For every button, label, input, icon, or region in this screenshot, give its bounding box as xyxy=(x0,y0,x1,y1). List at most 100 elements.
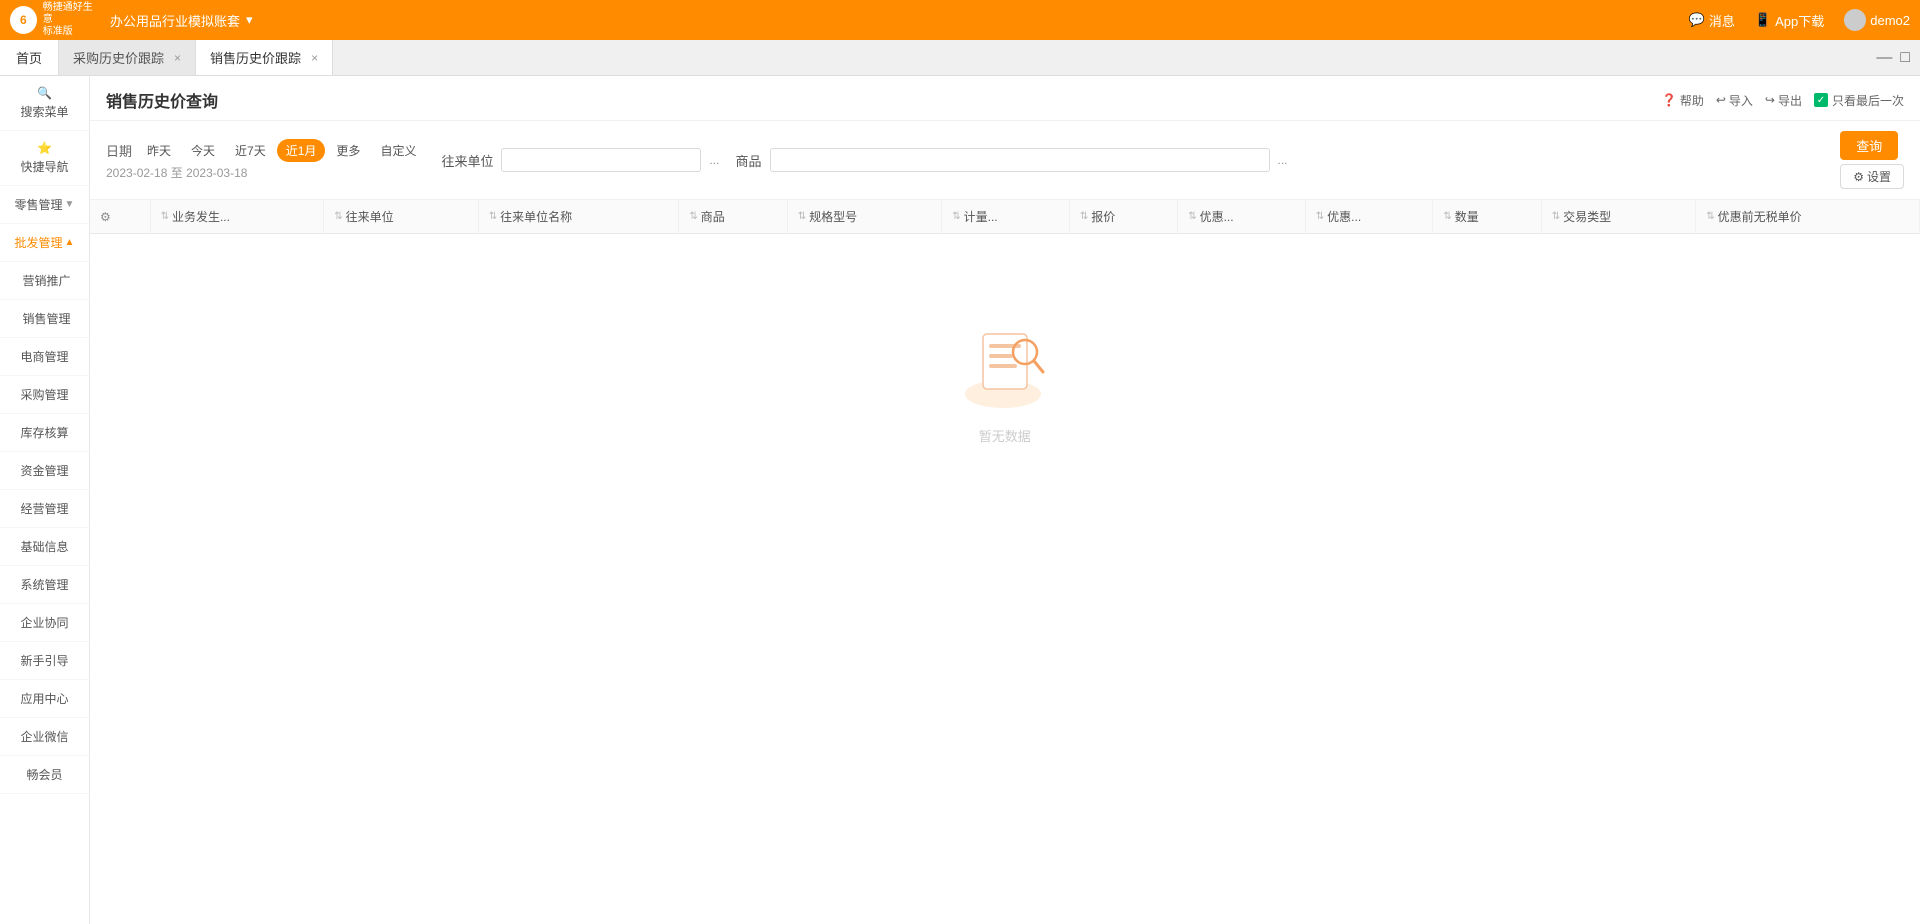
export-icon: ↪ xyxy=(1765,93,1775,107)
settings-icon: ⚙ xyxy=(1853,170,1864,184)
th-discount1[interactable]: ⇅ 优惠... xyxy=(1178,200,1306,234)
tab-purchase-close[interactable]: × xyxy=(174,51,181,65)
partner-label: 往来单位 xyxy=(441,151,493,170)
th-unit[interactable]: ⇅ 计量... xyxy=(942,200,1070,234)
th-partner-name[interactable]: ⇅ 往来单位名称 xyxy=(478,200,679,234)
date-buttons: 昨天 今天 近7天 近1月 更多 自定义 xyxy=(138,139,425,162)
th-spec[interactable]: ⇅ 规格型号 xyxy=(787,200,941,234)
th-biz-date[interactable]: ⇅ 业务发生... xyxy=(150,200,324,234)
sidebar-item-basic-info[interactable]: 基础信息 xyxy=(0,528,89,566)
sidebar-item-member[interactable]: 畅会员 xyxy=(0,756,89,794)
product-picker-button[interactable]: ... xyxy=(1278,153,1288,167)
sidebar-item-marketing[interactable]: 营销推广 xyxy=(0,262,89,300)
shortcut-icon: ⭐ xyxy=(37,141,52,155)
product-input[interactable] xyxy=(770,148,1270,172)
top-bar-right: 💬 消息 📱 App下载 demo2 xyxy=(1689,9,1910,31)
top-bar: 6 畅捷通好生意 标准版 办公用品行业模拟账套 ▾ 💬 消息 📱 App下载 d… xyxy=(0,0,1920,40)
date-btn-last7[interactable]: 近7天 xyxy=(226,139,275,162)
partner-input[interactable] xyxy=(501,148,701,172)
page-title: 销售历史价查询 xyxy=(106,88,218,112)
user-avatar-area[interactable]: demo2 xyxy=(1844,9,1910,31)
import-button[interactable]: ↩ 导入 xyxy=(1716,92,1753,109)
sidebar-item-sales-mgmt[interactable]: 销售管理 xyxy=(0,300,89,338)
partner-picker-button[interactable]: ... xyxy=(709,153,719,167)
tab-sales[interactable]: 销售历史价跟踪 × xyxy=(196,40,333,75)
app-container: 6 畅捷通好生意 标准版 办公用品行业模拟账套 ▾ 💬 消息 📱 App下载 d… xyxy=(0,0,1920,924)
sidebar-item-cooperation[interactable]: 企业协同 xyxy=(0,604,89,642)
date-btn-more[interactable]: 更多 xyxy=(327,139,369,162)
th-pretax-price[interactable]: ⇅ 优惠前无税单价 xyxy=(1696,200,1920,234)
main-area: 🔍 搜索菜单 ⭐ 快捷导航 零售管理 ▼ 批发管理 ▲ 营销推广 销售管理 xyxy=(0,76,1920,924)
sort-unit-icon: ⇅ xyxy=(952,211,960,222)
avatar xyxy=(1844,9,1866,31)
th-gear[interactable]: ⚙ xyxy=(90,200,150,234)
tab-bar-right: — □ xyxy=(1866,40,1920,75)
th-product[interactable]: ⇅ 商品 xyxy=(679,200,787,234)
th-trade-type[interactable]: ⇅ 交易类型 xyxy=(1541,200,1695,234)
empty-illustration xyxy=(955,314,1055,414)
th-partner-code[interactable]: ⇅ 往来单位 xyxy=(324,200,478,234)
data-table: ⚙ ⇅ 业务发生... ⇅ 往来单 xyxy=(90,200,1920,525)
help-icon: ❓ xyxy=(1662,93,1677,107)
date-filter-group: 日期 昨天 今天 近7天 近1月 更多 自定义 xyxy=(106,139,425,162)
sort-partner-name-icon: ⇅ xyxy=(489,211,497,222)
sidebar-item-system[interactable]: 系统管理 xyxy=(0,566,89,604)
sort-pretax-price-icon: ⇅ xyxy=(1706,211,1714,222)
filter-actions: 查询 ⚙ 设置 xyxy=(1840,131,1904,189)
sort-trade-type-icon: ⇅ xyxy=(1552,211,1560,222)
date-btn-custom[interactable]: 自定义 xyxy=(371,139,425,162)
title-dropdown-icon[interactable]: ▾ xyxy=(246,12,253,28)
sort-discount2-icon: ⇅ xyxy=(1316,211,1324,222)
date-btn-today[interactable]: 今天 xyxy=(182,139,224,162)
page-header: 销售历史价查询 ❓ 帮助 ↩ 导入 ↪ 导出 ✓ xyxy=(90,76,1920,121)
date-btn-last1m[interactable]: 近1月 xyxy=(277,139,326,162)
message-icon: 💬 xyxy=(1689,12,1705,28)
date-label: 日期 xyxy=(106,141,132,160)
tab-purchase[interactable]: 采购历史价跟踪 × xyxy=(59,40,196,75)
query-button[interactable]: 查询 xyxy=(1840,131,1898,160)
sidebar-item-search[interactable]: 🔍 搜索菜单 xyxy=(0,76,89,131)
sidebar: 🔍 搜索菜单 ⭐ 快捷导航 零售管理 ▼ 批发管理 ▲ 营销推广 销售管理 xyxy=(0,76,90,924)
sidebar-item-apps[interactable]: 应用中心 xyxy=(0,680,89,718)
checkbox-icon: ✓ xyxy=(1814,93,1828,107)
column-settings-icon[interactable]: ⚙ xyxy=(100,210,111,224)
sort-biz-date-icon: ⇅ xyxy=(161,211,169,222)
export-button[interactable]: ↪ 导出 xyxy=(1765,92,1802,109)
filter-bar: 日期 昨天 今天 近7天 近1月 更多 自定义 2023-02-18 至 202… xyxy=(90,121,1920,200)
sort-partner-code-icon: ⇅ xyxy=(334,211,342,222)
maximize-button[interactable]: □ xyxy=(1900,49,1910,67)
search-icon: 🔍 xyxy=(37,86,52,100)
th-discount2[interactable]: ⇅ 优惠... xyxy=(1305,200,1433,234)
tab-home[interactable]: 首页 xyxy=(0,40,59,75)
sidebar-item-retail[interactable]: 零售管理 ▼ xyxy=(0,186,89,224)
sidebar-item-inventory[interactable]: 库存核算 xyxy=(0,414,89,452)
sidebar-item-finance[interactable]: 资金管理 xyxy=(0,452,89,490)
sidebar-item-wholesale[interactable]: 批发管理 ▲ xyxy=(0,224,89,262)
settings-button[interactable]: ⚙ 设置 xyxy=(1840,164,1904,189)
sidebar-item-operations[interactable]: 经营管理 xyxy=(0,490,89,528)
logo-icon: 6 xyxy=(10,6,37,34)
sort-quote-icon: ⇅ xyxy=(1080,211,1088,222)
partner-filter-section: 往来单位 ... xyxy=(441,148,719,172)
sort-discount1-icon: ⇅ xyxy=(1188,211,1196,222)
product-filter-section: 商品 ... xyxy=(735,148,1287,172)
sidebar-item-wechat[interactable]: 企业微信 xyxy=(0,718,89,756)
download-icon: 📱 xyxy=(1755,12,1771,28)
only-last-checkbox[interactable]: ✓ 只看最后一次 xyxy=(1814,92,1904,109)
logo-text: 畅捷通好生意 标准版 xyxy=(43,2,100,38)
sidebar-item-guide[interactable]: 新手引导 xyxy=(0,642,89,680)
minimize-button[interactable]: — xyxy=(1876,49,1892,67)
th-quantity[interactable]: ⇅ 数量 xyxy=(1433,200,1541,234)
th-quote[interactable]: ⇅ 报价 xyxy=(1069,200,1177,234)
help-button[interactable]: ❓ 帮助 xyxy=(1662,92,1704,109)
tab-bar: 首页 采购历史价跟踪 × 销售历史价跟踪 × — □ xyxy=(0,40,1920,76)
sidebar-item-purchase[interactable]: 采购管理 xyxy=(0,376,89,414)
date-btn-yesterday[interactable]: 昨天 xyxy=(138,139,180,162)
message-button[interactable]: 💬 消息 xyxy=(1689,11,1735,30)
sidebar-item-ecommerce[interactable]: 电商管理 xyxy=(0,338,89,376)
empty-text: 暂无数据 xyxy=(979,426,1031,445)
tab-sales-close[interactable]: × xyxy=(311,51,318,65)
logo-area: 6 畅捷通好生意 标准版 xyxy=(10,2,100,38)
app-download-button[interactable]: 📱 App下载 xyxy=(1755,11,1824,30)
sidebar-item-shortcut[interactable]: ⭐ 快捷导航 xyxy=(0,131,89,186)
